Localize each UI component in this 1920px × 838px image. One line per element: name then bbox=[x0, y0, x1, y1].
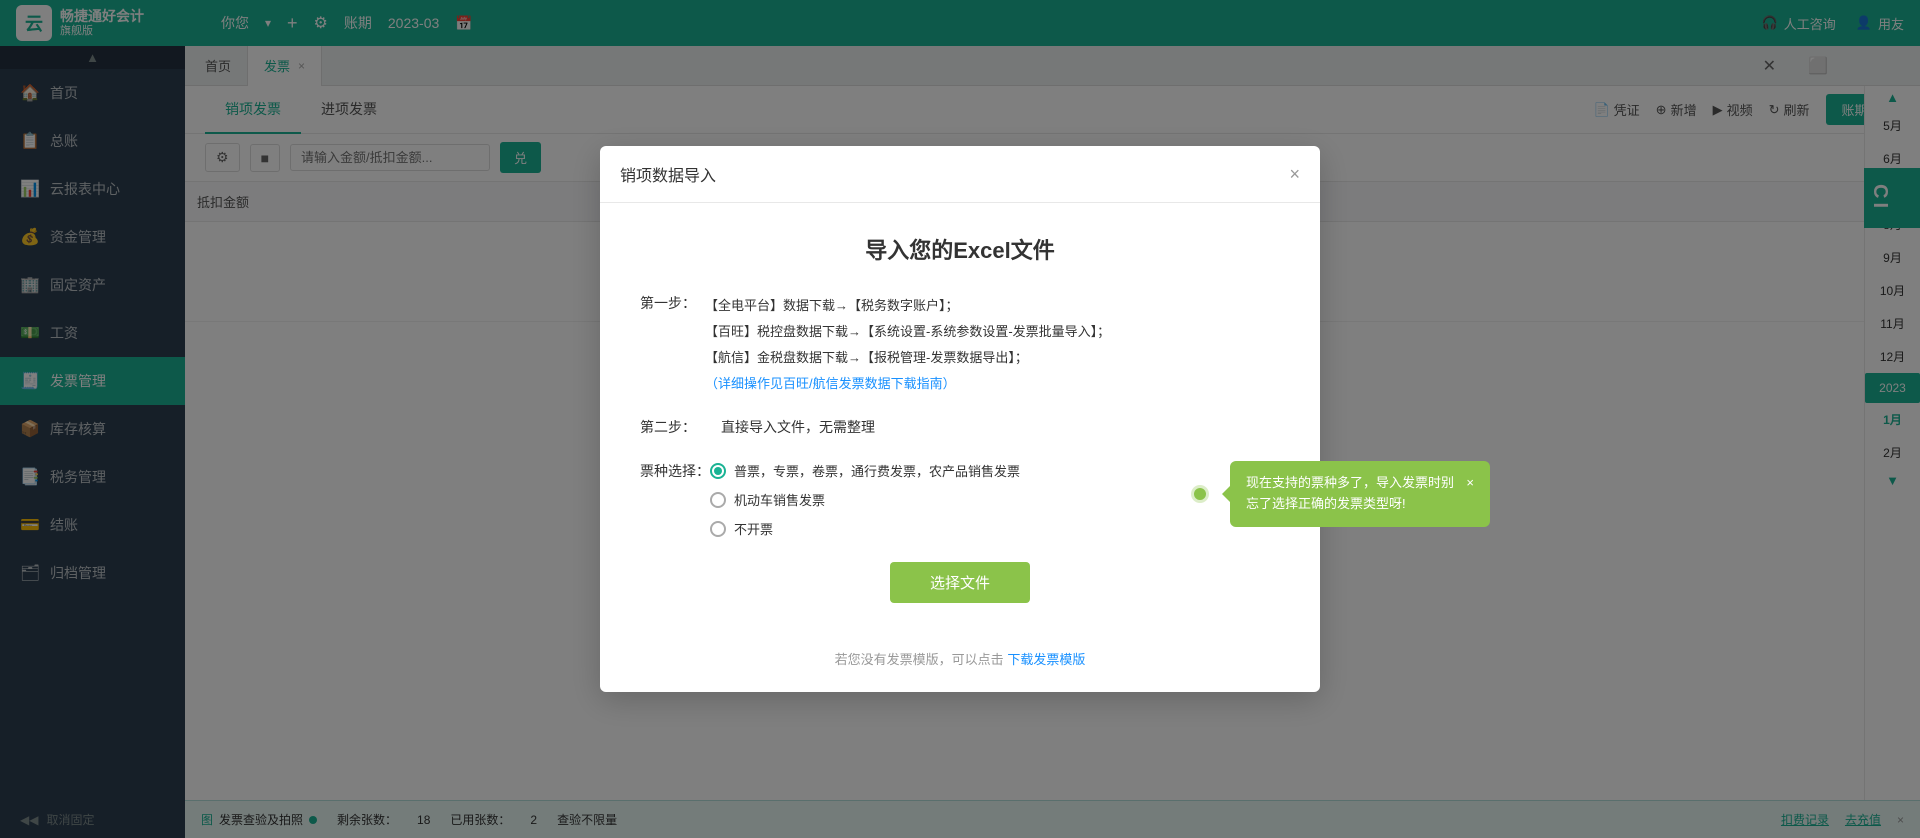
tooltip-dot bbox=[1194, 488, 1206, 500]
step1-label: 第一步： bbox=[640, 293, 705, 313]
radio-normal-circle bbox=[710, 463, 726, 479]
modal-heading: 导入您的Excel文件 bbox=[640, 233, 1280, 265]
ticket-selection: 票种选择： 普票，专票，卷票，通行费发票，农产品销售发票 机动车销售发票 bbox=[640, 461, 1280, 538]
step2-text: 直接导入文件，无需整理 bbox=[721, 417, 875, 437]
step1-line-3: 【航信】金税盘数据下载→【报税管理-发票数据导出】； bbox=[705, 345, 1110, 371]
step2-row: 第二步： 直接导入文件，无需整理 bbox=[640, 417, 1280, 437]
tooltip-bubble: × 现在支持的票种多了，导入发票时别忘了选择正确的发票类型呀! bbox=[1230, 461, 1490, 527]
modal-close-button[interactable]: × bbox=[1289, 164, 1300, 185]
radio-motor[interactable]: 机动车销售发票 bbox=[710, 490, 1020, 509]
modal-footer: 若您没有发票模版，可以点击 下载发票模版 bbox=[600, 633, 1320, 692]
radio-normal[interactable]: 普票，专票，卷票，通行费发票，农产品销售发票 bbox=[710, 461, 1020, 480]
ticket-row: 票种选择： 普票，专票，卷票，通行费发票，农产品销售发票 机动车销售发票 bbox=[640, 461, 1280, 538]
modal-title: 销项数据导入 bbox=[620, 162, 716, 186]
step1-line-1: 【全电平台】数据下载→【税务数字账户】； bbox=[705, 293, 1110, 319]
download-template-link[interactable]: 下载发票模版 bbox=[1007, 652, 1085, 667]
modal-body: 导入您的Excel文件 第一步： 【全电平台】数据下载→【税务数字账户】； 【百… bbox=[600, 203, 1320, 633]
ticket-label: 票种选择： bbox=[640, 461, 710, 481]
radio-motor-circle bbox=[710, 492, 726, 508]
import-modal: 销项数据导入 × 导入您的Excel文件 第一步： 【全电平台】数据下载→【税务… bbox=[600, 146, 1320, 692]
select-file-button[interactable]: 选择文件 bbox=[890, 562, 1030, 603]
step1-line-2: 【百旺】税控盘数据下载→【系统设置-系统参数设置-发票批量导入】； bbox=[705, 319, 1110, 345]
modal-overlay: 销项数据导入 × 导入您的Excel文件 第一步： 【全电平台】数据下载→【税务… bbox=[0, 0, 1920, 838]
radio-no-invoice-circle bbox=[710, 521, 726, 537]
step2-label: 第二步： bbox=[640, 417, 705, 437]
tooltip-close-icon[interactable]: × bbox=[1466, 473, 1474, 494]
step1-content: 【全电平台】数据下载→【税务数字账户】； 【百旺】税控盘数据下载→【系统设置-系… bbox=[705, 293, 1110, 397]
step1-link[interactable]: （详细操作见百旺/航信发票数据下载指南） bbox=[705, 371, 1110, 397]
radio-no-invoice[interactable]: 不开票 bbox=[710, 519, 1020, 538]
radio-group: 普票，专票，卷票，通行费发票，农产品销售发票 机动车销售发票 不开票 × bbox=[710, 461, 1020, 538]
modal-header: 销项数据导入 × bbox=[600, 146, 1320, 203]
step1-row: 第一步： 【全电平台】数据下载→【税务数字账户】； 【百旺】税控盘数据下载→【系… bbox=[640, 293, 1280, 397]
